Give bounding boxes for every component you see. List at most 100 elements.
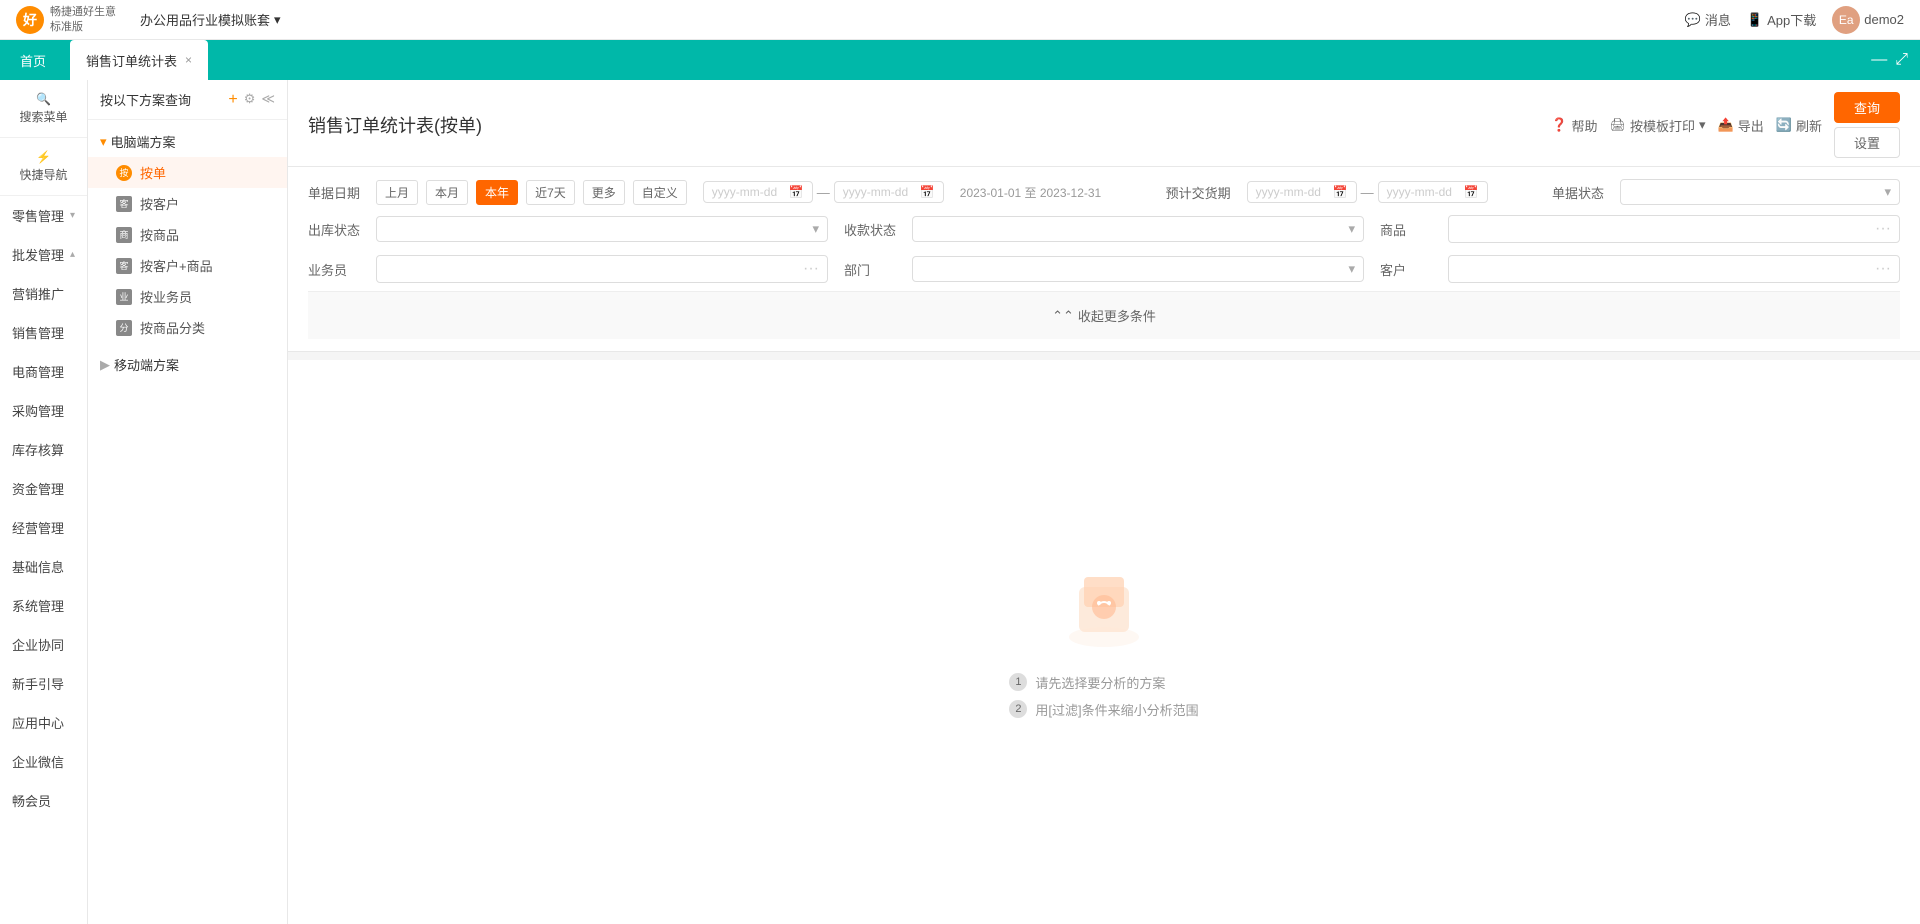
department-label: 部门	[844, 260, 904, 279]
forecast-date-range: yyyy-mm-dd 📅 — yyyy-mm-dd 📅	[1247, 181, 1488, 203]
print-dropdown-icon: ▾	[1699, 117, 1706, 133]
calendar-icon: 📅	[789, 185, 804, 199]
empty-state: 1 请先选择要分析的方案 2 用[过滤]条件来缩小分析范围	[288, 360, 1920, 924]
forecast-from-input[interactable]: yyyy-mm-dd 📅	[1247, 181, 1357, 203]
sidebar-item-purchase[interactable]: 采购管理	[0, 391, 87, 430]
sidebar-item-ecommerce[interactable]: 电商管理	[0, 352, 87, 391]
collapse-button[interactable]: ⌃⌃ 收起更多条件	[1046, 300, 1162, 331]
scheme-panel: 按以下方案查询 + ⚙ ≪ ▾ 电脑端方案 按 按单 客 按客户 商 按商品	[88, 80, 288, 924]
tab-close-button[interactable]: ×	[185, 53, 192, 67]
scheme-add-button[interactable]: +	[228, 91, 237, 109]
sidebar-item-cooperation[interactable]: 企业协同	[0, 625, 87, 664]
sidebar-item-wholesale[interactable]: 批发管理 ▴	[0, 235, 87, 274]
window-minimize-button[interactable]: —	[1871, 51, 1887, 69]
empty-hints: 1 请先选择要分析的方案 2 用[过滤]条件来缩小分析范围	[1009, 673, 1198, 727]
scheme-item-by-goods[interactable]: 商 按商品	[88, 219, 287, 250]
date-btn-this-month[interactable]: 本月	[426, 180, 468, 205]
chevron-right-icon: ▾	[70, 210, 75, 221]
sidebar-item-member[interactable]: 畅会员	[0, 781, 87, 820]
sidebar-item-wechat[interactable]: 企业微信	[0, 742, 87, 781]
sidebar-item-retail[interactable]: 零售管理 ▾	[0, 196, 87, 235]
user-menu[interactable]: Ea demo2	[1832, 6, 1904, 34]
message-button[interactable]: 💬 消息	[1685, 10, 1731, 29]
main-layout: 🔍 搜索菜单 ⚡ 快捷导航 零售管理 ▾ 批发管理 ▴ 营销推广 销售管理 电商…	[0, 80, 1920, 924]
help-button[interactable]: ❓ 帮助	[1551, 116, 1597, 135]
page-title: 销售订单统计表(按单)	[308, 112, 482, 138]
refresh-button[interactable]: 🔄 刷新	[1776, 116, 1822, 135]
app-selector[interactable]: 办公用品行业模拟账套 ▾	[140, 10, 281, 29]
filter-customer: 客户 ···	[1380, 255, 1900, 283]
date-to-input[interactable]: yyyy-mm-dd 📅	[834, 181, 944, 203]
topbar-right: 💬 消息 📱 App下载 Ea demo2	[1685, 6, 1904, 34]
date-btn-last-month[interactable]: 上月	[376, 180, 418, 205]
date-btn-custom[interactable]: 自定义	[633, 180, 687, 205]
sidebar-item-basics[interactable]: 基础信息	[0, 547, 87, 586]
forecast-to-input[interactable]: yyyy-mm-dd 📅	[1378, 181, 1488, 203]
quick-nav-icon: ⚡	[8, 150, 79, 164]
sidebar-item-sales[interactable]: 销售管理	[0, 313, 87, 352]
sidebar-item-app-center[interactable]: 应用中心	[0, 703, 87, 742]
scheme-icon-sq: 客	[116, 196, 132, 212]
export-button[interactable]: 📤 导出	[1718, 116, 1764, 135]
date-btn-last-7[interactable]: 近7天	[526, 180, 575, 205]
filter-goods: 商品 ···	[1380, 215, 1900, 243]
query-button[interactable]: 查询	[1834, 92, 1900, 123]
scheme-item-by-salesperson[interactable]: 业 按业务员	[88, 281, 287, 312]
topbar: 好 畅捷通好生意 标准版 办公用品行业模拟账套 ▾ 💬 消息 📱 App下载 E…	[0, 0, 1920, 40]
customer-input[interactable]: ···	[1448, 255, 1900, 283]
sidebar-item-marketing[interactable]: 营销推广	[0, 274, 87, 313]
app-download-button[interactable]: 📱 App下载	[1747, 10, 1816, 29]
sidebar-item-inventory[interactable]: 库存核算	[0, 430, 87, 469]
chevron-down-icon5: ▾	[1348, 261, 1355, 277]
goods-input[interactable]: ···	[1448, 215, 1900, 243]
sidebar-item-newbie[interactable]: 新手引导	[0, 664, 87, 703]
scheme-icon-sq3: 客	[116, 258, 132, 274]
desktop-group-title[interactable]: ▾ 电脑端方案	[88, 126, 287, 157]
scheme-settings-button[interactable]: ⚙	[244, 91, 256, 109]
sidebar-item-management[interactable]: 经营管理	[0, 508, 87, 547]
window-maximize-button[interactable]: ⤢	[1895, 51, 1908, 69]
chevron-down-icon: ▾	[274, 12, 281, 28]
settings-button[interactable]: 设置	[1834, 127, 1900, 158]
date-btn-more[interactable]: 更多	[583, 180, 625, 205]
filter-row-date: 单据日期 上月 本月 本年 近7天 更多 自定义 yyyy-mm-dd 📅 —	[308, 179, 1900, 205]
sidebar-item-quick-nav[interactable]: ⚡ 快捷导航	[0, 138, 87, 196]
chevron-down-icon4: ▾	[1348, 221, 1355, 237]
scheme-collapse-button[interactable]: ≪	[261, 91, 275, 109]
payment-status-input[interactable]: ▾	[912, 216, 1364, 242]
department-input[interactable]: ▾	[912, 256, 1364, 282]
sidebar-item-system[interactable]: 系统管理	[0, 586, 87, 625]
page-header: 销售订单统计表(按单) ❓ 帮助 🖨 按模板打印 ▾ 📤 导出	[288, 80, 1920, 167]
tab-home[interactable]: 首页	[0, 40, 66, 80]
scheme-item-by-customer-goods[interactable]: 客 按客户+商品	[88, 250, 287, 281]
sidebar-item-finance[interactable]: 资金管理	[0, 469, 87, 508]
forecast-date-label: 预计交货期	[1166, 183, 1231, 202]
date-from-input[interactable]: yyyy-mm-dd 📅	[703, 181, 813, 203]
chevron-down-icon3: ▾	[812, 221, 819, 237]
chevron-down-icon: ▾	[100, 134, 107, 150]
more-icon2: ···	[803, 260, 819, 278]
calendar-icon4: 📅	[1464, 185, 1479, 199]
goods-label: 商品	[1380, 220, 1440, 239]
status-select[interactable]: ▾	[1620, 179, 1900, 205]
scheme-item-by-customer[interactable]: 客 按客户	[88, 188, 287, 219]
tab-active[interactable]: 销售订单统计表 ×	[70, 40, 208, 80]
scheme-panel-actions: + ⚙ ≪	[228, 91, 275, 109]
mobile-group-title[interactable]: ▶ 移动端方案	[88, 349, 287, 380]
more-icon: ···	[1875, 220, 1891, 238]
sidebar-item-search[interactable]: 🔍 搜索菜单	[0, 80, 87, 138]
print-button[interactable]: 🖨 按模板打印 ▾	[1610, 116, 1706, 135]
date-btn-this-year[interactable]: 本年	[476, 180, 518, 205]
scheme-item-by-order[interactable]: 按 按单	[88, 157, 287, 188]
salesperson-input[interactable]: ···	[376, 255, 828, 283]
scheme-panel-header: 按以下方案查询 + ⚙ ≪	[88, 80, 287, 120]
download-icon: 📱	[1747, 12, 1763, 28]
filter-department: 部门 ▾	[844, 255, 1364, 283]
calendar-icon2: 📅	[920, 185, 935, 199]
logo-text: 畅捷通好生意 标准版	[50, 5, 116, 34]
delivery-status-input[interactable]: ▾	[376, 216, 828, 242]
empty-hint-2: 2 用[过滤]条件来缩小分析范围	[1009, 700, 1198, 719]
tab-actions: — ⤢	[1871, 51, 1920, 69]
scheme-item-by-category[interactable]: 分 按商品分类	[88, 312, 287, 343]
calendar-icon3: 📅	[1333, 185, 1348, 199]
